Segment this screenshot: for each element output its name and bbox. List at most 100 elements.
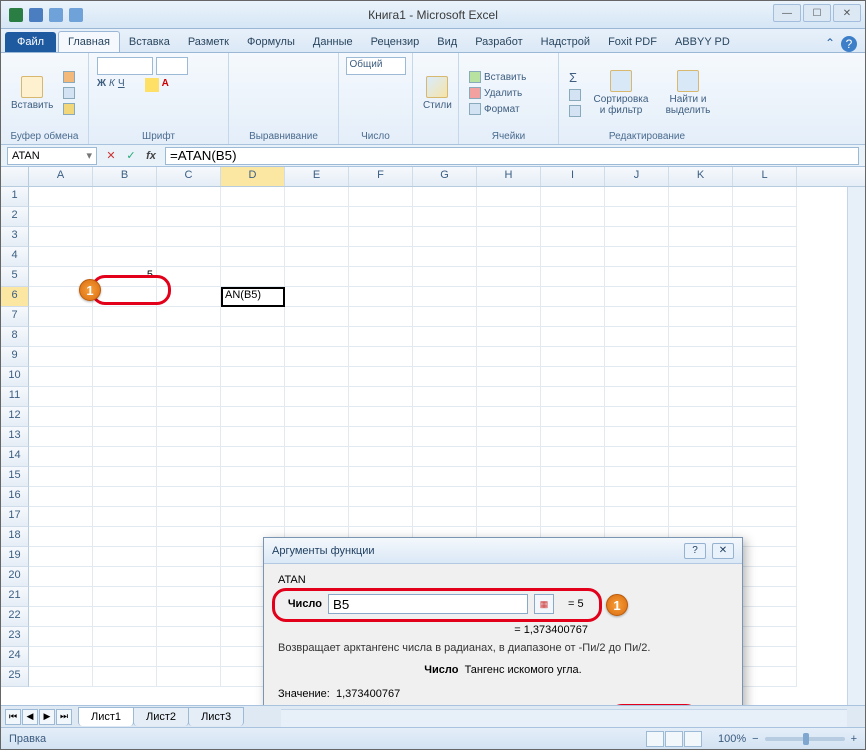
cell[interactable] xyxy=(221,507,285,527)
cell[interactable] xyxy=(93,467,157,487)
col-header[interactable]: I xyxy=(541,167,605,186)
italic-button[interactable]: К xyxy=(109,78,115,92)
cell[interactable] xyxy=(733,387,797,407)
cell[interactable] xyxy=(221,487,285,507)
cell[interactable] xyxy=(605,507,669,527)
cell[interactable] xyxy=(541,187,605,207)
cell[interactable] xyxy=(733,407,797,427)
cell[interactable] xyxy=(669,407,733,427)
view-pagebreak-icon[interactable] xyxy=(684,731,702,747)
accept-formula-icon[interactable]: ✓ xyxy=(123,148,139,164)
cell[interactable] xyxy=(669,287,733,307)
cell[interactable] xyxy=(93,627,157,647)
tab-home[interactable]: Главная xyxy=(58,31,120,52)
close-button[interactable]: ✕ xyxy=(833,4,861,22)
cell[interactable] xyxy=(29,367,93,387)
cell[interactable] xyxy=(669,307,733,327)
arg-input[interactable] xyxy=(328,594,528,614)
cell[interactable] xyxy=(413,467,477,487)
insert-cells-button[interactable]: Вставить xyxy=(467,70,528,84)
cell[interactable] xyxy=(349,367,413,387)
dialog-titlebar[interactable]: Аргументы функции ? ✕ xyxy=(264,538,742,564)
cell[interactable] xyxy=(157,447,221,467)
cell[interactable] xyxy=(93,367,157,387)
cell[interactable] xyxy=(93,227,157,247)
cell[interactable] xyxy=(541,507,605,527)
help-icon[interactable]: ? xyxy=(841,36,857,52)
cell[interactable] xyxy=(541,247,605,267)
cell[interactable] xyxy=(285,467,349,487)
cell[interactable] xyxy=(413,367,477,387)
cell[interactable] xyxy=(605,267,669,287)
tab-developer[interactable]: Разработ xyxy=(466,32,531,52)
cell[interactable] xyxy=(605,407,669,427)
number-format-combo[interactable]: Общий xyxy=(346,57,406,75)
cell[interactable] xyxy=(285,387,349,407)
cell[interactable] xyxy=(29,347,93,367)
cell[interactable] xyxy=(93,547,157,567)
cell[interactable] xyxy=(477,487,541,507)
row-header[interactable]: 23 xyxy=(1,627,29,647)
cell[interactable] xyxy=(285,507,349,527)
cell[interactable] xyxy=(413,427,477,447)
cell[interactable] xyxy=(477,287,541,307)
cell[interactable] xyxy=(541,227,605,247)
cell[interactable] xyxy=(605,187,669,207)
cell[interactable] xyxy=(413,227,477,247)
cell[interactable] xyxy=(541,347,605,367)
cell[interactable] xyxy=(733,467,797,487)
cell[interactable] xyxy=(605,307,669,327)
cell[interactable] xyxy=(93,607,157,627)
row-header[interactable]: 5 xyxy=(1,267,29,287)
cell[interactable] xyxy=(413,447,477,467)
cell[interactable] xyxy=(541,267,605,287)
cell[interactable] xyxy=(93,487,157,507)
delete-cells-button[interactable]: Удалить xyxy=(467,86,528,100)
cell[interactable] xyxy=(157,287,221,307)
cell[interactable] xyxy=(477,207,541,227)
cancel-formula-icon[interactable]: ✕ xyxy=(103,148,119,164)
cell[interactable] xyxy=(157,507,221,527)
cell[interactable] xyxy=(349,467,413,487)
cell[interactable] xyxy=(93,307,157,327)
cell[interactable] xyxy=(29,227,93,247)
row-header[interactable]: 11 xyxy=(1,387,29,407)
cell[interactable] xyxy=(29,507,93,527)
font-size-combo[interactable] xyxy=(156,57,188,75)
cell[interactable] xyxy=(157,207,221,227)
cell[interactable] xyxy=(29,407,93,427)
col-header[interactable]: E xyxy=(285,167,349,186)
cell[interactable] xyxy=(93,287,157,307)
cell[interactable] xyxy=(157,647,221,667)
col-header[interactable]: C xyxy=(157,167,221,186)
cell[interactable] xyxy=(221,267,285,287)
cell[interactable] xyxy=(157,307,221,327)
vertical-scrollbar[interactable] xyxy=(847,187,865,705)
cell[interactable] xyxy=(669,347,733,367)
cell[interactable] xyxy=(349,267,413,287)
row-header[interactable]: 9 xyxy=(1,347,29,367)
cell[interactable] xyxy=(413,507,477,527)
cell[interactable] xyxy=(349,387,413,407)
cell[interactable] xyxy=(93,507,157,527)
cell[interactable] xyxy=(157,587,221,607)
formula-input[interactable] xyxy=(165,147,859,165)
select-all-corner[interactable] xyxy=(1,167,29,186)
cell[interactable] xyxy=(221,207,285,227)
cell[interactable] xyxy=(477,307,541,327)
cell[interactable] xyxy=(221,227,285,247)
cell[interactable] xyxy=(349,207,413,227)
tab-review[interactable]: Рецензир xyxy=(362,32,429,52)
cell[interactable] xyxy=(221,427,285,447)
bold-button[interactable]: Ж xyxy=(97,78,106,92)
cell[interactable] xyxy=(93,187,157,207)
cell[interactable] xyxy=(477,427,541,447)
sheet-nav-last[interactable]: ⏭ xyxy=(56,709,72,725)
paste-button[interactable]: Вставить xyxy=(9,74,55,113)
cell[interactable] xyxy=(349,187,413,207)
format-cells-button[interactable]: Формат xyxy=(467,102,528,116)
view-layout-icon[interactable] xyxy=(665,731,683,747)
cell[interactable] xyxy=(157,427,221,447)
cell[interactable] xyxy=(93,587,157,607)
cell[interactable] xyxy=(669,427,733,447)
